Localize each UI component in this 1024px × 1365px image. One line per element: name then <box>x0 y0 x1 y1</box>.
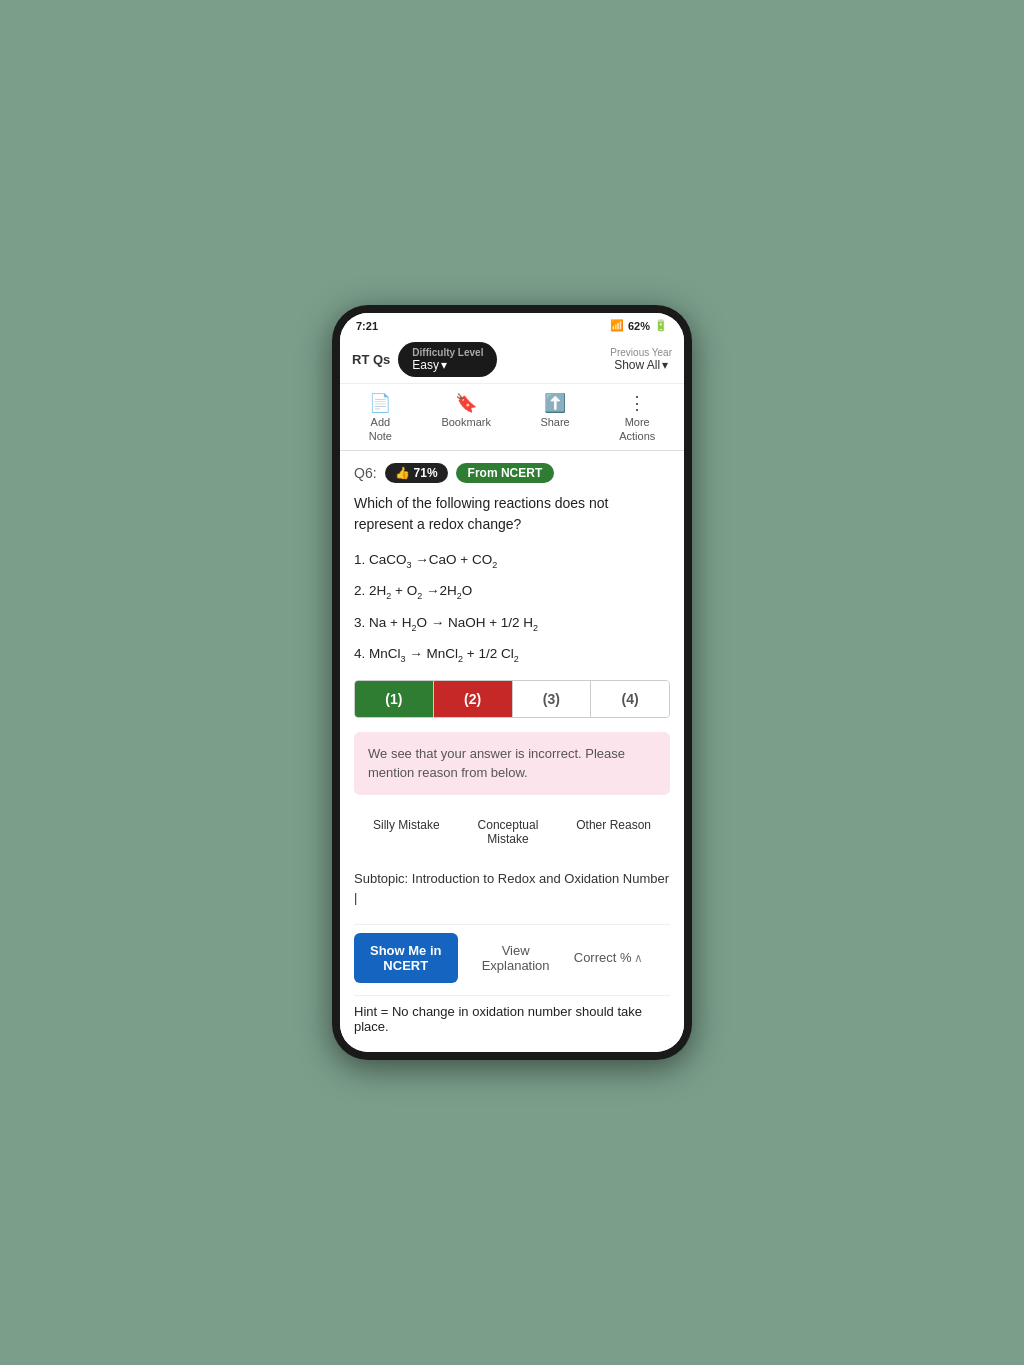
signal-icon: 📶 <box>610 319 624 332</box>
options-list: 1. CaCO3 →CaO + CO2 2. 2H2 + O2 →2H2O 3.… <box>354 549 670 665</box>
chevron-down-icon: ▾ <box>662 358 668 372</box>
share-icon: ⬆️ <box>544 392 566 414</box>
option-3: 3. Na + H2O → NaOH + 1/2 H2 <box>354 612 670 635</box>
other-reason-button[interactable]: Other Reason <box>565 811 662 853</box>
chevron-down-icon: ▾ <box>441 358 447 372</box>
add-note-button[interactable]: 📄 Add Note <box>369 392 392 442</box>
ncert-badge: From NCERT <box>456 463 555 483</box>
nav-title: RT Qs <box>352 352 390 367</box>
more-icon: ⋮ <box>628 392 646 414</box>
view-explanation-button[interactable]: View Explanation <box>468 943 564 973</box>
add-note-icon: 📄 <box>369 392 391 414</box>
battery-icon: 🔋 <box>654 319 668 332</box>
status-battery: 📶 62% 🔋 <box>610 319 668 332</box>
more-actions-button[interactable]: ⋮ More Actions <box>619 392 655 442</box>
reason-buttons: Silly Mistake ConceptualMistake Other Re… <box>354 811 670 853</box>
hint-text: Hint = No change in oxidation number sho… <box>354 995 670 1040</box>
share-button[interactable]: ⬆️ Share <box>540 392 569 442</box>
question-text: Which of the following reactions does no… <box>354 493 670 535</box>
correct-percent-button[interactable]: Correct % ∧ <box>574 950 670 965</box>
option-1: 1. CaCO3 →CaO + CO2 <box>354 549 670 572</box>
content-area: Q6: 👍 71% From NCERT Which of the follow… <box>340 451 684 1051</box>
phone-screen: 7:21 📶 62% 🔋 RT Qs Difficulty Level Easy… <box>340 313 684 1051</box>
difficulty-button[interactable]: Difficulty Level Easy ▾ <box>398 342 497 377</box>
silly-mistake-button[interactable]: Silly Mistake <box>362 811 451 853</box>
answer-button-3[interactable]: (3) <box>513 681 592 717</box>
chevron-up-icon: ∧ <box>634 951 643 965</box>
answer-button-4[interactable]: (4) <box>591 681 669 717</box>
answer-button-1[interactable]: (1) <box>355 681 434 717</box>
thumb-badge: 👍 71% <box>385 463 448 483</box>
option-2: 2. 2H2 + O2 →2H2O <box>354 580 670 603</box>
phone-frame: 7:21 📶 62% 🔋 RT Qs Difficulty Level Easy… <box>332 305 692 1059</box>
bottom-buttons: Show Me inNCERT View Explanation Correct… <box>354 924 670 991</box>
status-bar: 7:21 📶 62% 🔋 <box>340 313 684 336</box>
answer-button-2[interactable]: (2) <box>434 681 513 717</box>
option-4: 4. MnCl3 → MnCl2 + 1/2 Cl2 <box>354 643 670 666</box>
thumb-icon: 👍 <box>395 466 410 480</box>
top-nav: RT Qs Difficulty Level Easy ▾ Previous Y… <box>340 336 684 384</box>
prev-year-button[interactable]: Previous Year Show All ▾ <box>610 347 672 372</box>
subtopic: Subtopic: Introduction to Redox and Oxid… <box>354 869 670 908</box>
status-time: 7:21 <box>356 320 378 332</box>
show-ncert-button[interactable]: Show Me inNCERT <box>354 933 458 983</box>
incorrect-notice: We see that your answer is incorrect. Pl… <box>354 732 670 795</box>
question-number: Q6: <box>354 465 377 481</box>
bookmark-icon: 🔖 <box>455 392 477 414</box>
toolbar: 📄 Add Note 🔖 Bookmark ⬆️ Share ⋮ More Ac… <box>340 384 684 451</box>
question-header: Q6: 👍 71% From NCERT <box>354 463 670 483</box>
conceptual-mistake-button[interactable]: ConceptualMistake <box>467 811 550 853</box>
answer-buttons: (1) (2) (3) (4) <box>354 680 670 718</box>
bookmark-button[interactable]: 🔖 Bookmark <box>441 392 491 442</box>
